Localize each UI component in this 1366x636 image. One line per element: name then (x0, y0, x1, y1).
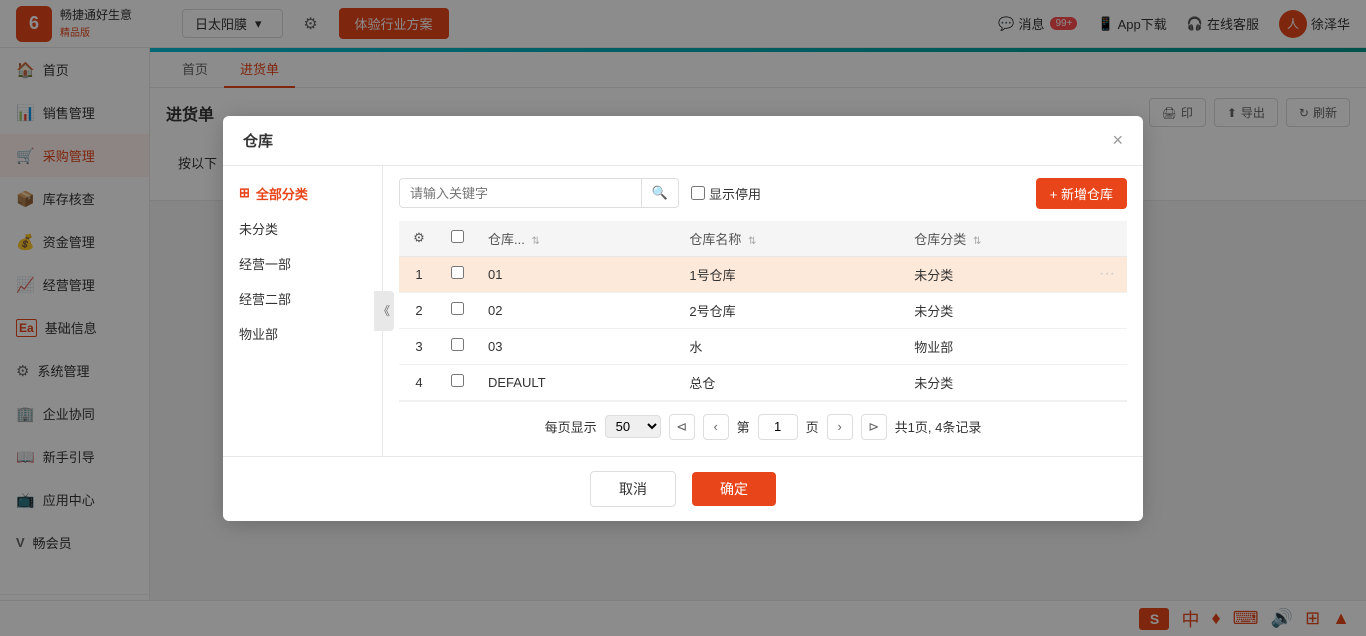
total-info: 共1页, 4条记录 (895, 417, 982, 436)
modal-toolbar: 🔍 显示停用 + 新增仓库 (399, 178, 1127, 209)
table-row[interactable]: 3 03 水 物业部 (399, 328, 1127, 364)
row-1-more-btn[interactable]: ··· (1099, 265, 1115, 283)
row-no-4: 4 (399, 364, 439, 400)
row-category-3: 物业部 (902, 328, 1127, 364)
first-page-btn[interactable]: ⊲ (669, 414, 695, 440)
modal-title: 仓库 (243, 130, 273, 151)
sort-name-icon: ⇅ (748, 236, 756, 247)
row-code-2: 02 (476, 292, 677, 328)
show-disabled-wrap: 显示停用 (691, 184, 761, 203)
add-warehouse-btn[interactable]: + 新增仓库 (1036, 178, 1127, 209)
category-ops-1[interactable]: 经营一部 (223, 246, 382, 281)
modal-content-right: 🔍 显示停用 + 新增仓库 ⚙ (383, 166, 1143, 456)
show-disabled-checkbox[interactable] (691, 186, 705, 200)
row-checkbox-4[interactable] (439, 364, 476, 400)
collapse-btn[interactable]: 《 (374, 291, 394, 331)
grid-icon: ⊞ (239, 185, 250, 201)
last-page-btn[interactable]: ⊳ (861, 414, 887, 440)
row-name-3: 水 (677, 328, 902, 364)
row-no-3: 3 (399, 328, 439, 364)
next-page-btn[interactable]: › (827, 414, 853, 440)
modal-overlay: 仓库 × ⊞ 全部分类 未分类 经营一部 经营二部 物业部 《 (0, 0, 1366, 636)
row-category-2: 未分类 (902, 292, 1127, 328)
row-checkbox-1[interactable] (439, 256, 476, 292)
page-number-input[interactable] (758, 414, 798, 440)
row-category-1: 未分类 ··· (902, 256, 1127, 292)
all-category-label: 全部分类 (256, 184, 308, 203)
row-no-2: 2 (399, 292, 439, 328)
row-3-checkbox[interactable] (451, 338, 464, 351)
select-all-checkbox[interactable] (451, 230, 464, 243)
row-1-checkbox[interactable] (451, 266, 464, 279)
row-name-4: 总仓 (677, 364, 902, 400)
search-icon-btn[interactable]: 🔍 (641, 179, 678, 207)
modal-pagination: 每页显示 50 100 200 ⊲ ‹ 第 页 › ⊳ 共1页, 4条记录 (399, 401, 1127, 444)
col-category-header[interactable]: 仓库分类 ⇅ (902, 221, 1127, 257)
row-no-1: 1 (399, 256, 439, 292)
row-4-checkbox[interactable] (451, 374, 464, 387)
page-unit: 页 (806, 417, 819, 436)
col-name-header[interactable]: 仓库名称 ⇅ (677, 221, 902, 257)
modal-body: ⊞ 全部分类 未分类 经营一部 经营二部 物业部 《 🔍 (223, 166, 1143, 456)
show-disabled-label: 显示停用 (709, 184, 761, 203)
col-settings: ⚙ (399, 221, 439, 257)
category-property[interactable]: 物业部 (223, 316, 382, 351)
row-code-1: 01 (476, 256, 677, 292)
sort-category-icon: ⇅ (973, 236, 981, 247)
table-row[interactable]: 1 01 1号仓库 未分类 ··· (399, 256, 1127, 292)
table-row[interactable]: 4 DEFAULT 总仓 未分类 (399, 364, 1127, 400)
col-checkbox-header (439, 221, 476, 257)
search-input[interactable] (400, 180, 641, 207)
warehouse-table: ⚙ 仓库... ⇅ 仓库名称 ⇅ (399, 221, 1127, 401)
search-input-wrap: 🔍 (399, 178, 679, 208)
confirm-btn[interactable]: 确定 (692, 472, 776, 506)
row-code-3: 03 (476, 328, 677, 364)
row-checkbox-3[interactable] (439, 328, 476, 364)
table-row[interactable]: 2 02 2号仓库 未分类 (399, 292, 1127, 328)
all-category-item[interactable]: ⊞ 全部分类 (223, 176, 382, 211)
prev-page-btn[interactable]: ‹ (703, 414, 729, 440)
table-header-row: ⚙ 仓库... ⇅ 仓库名称 ⇅ (399, 221, 1127, 257)
category-sidebar: ⊞ 全部分类 未分类 经营一部 经营二部 物业部 《 (223, 166, 383, 456)
row-category-4: 未分类 (902, 364, 1127, 400)
row-name-1: 1号仓库 (677, 256, 902, 292)
table: ⚙ 仓库... ⇅ 仓库名称 ⇅ (399, 221, 1127, 401)
per-page-label: 每页显示 (545, 417, 597, 436)
cancel-btn[interactable]: 取消 (590, 471, 676, 507)
modal-header: 仓库 × (223, 116, 1143, 166)
category-ops-2[interactable]: 经营二部 (223, 281, 382, 316)
row-checkbox-2[interactable] (439, 292, 476, 328)
row-name-2: 2号仓库 (677, 292, 902, 328)
row-code-4: DEFAULT (476, 364, 677, 400)
per-page-select[interactable]: 50 100 200 (605, 415, 661, 438)
row-2-checkbox[interactable] (451, 302, 464, 315)
page-text: 第 (737, 417, 750, 436)
modal-footer: 取消 确定 (223, 456, 1143, 521)
warehouse-modal: 仓库 × ⊞ 全部分类 未分类 经营一部 经营二部 物业部 《 (223, 116, 1143, 521)
category-unclassified[interactable]: 未分类 (223, 211, 382, 246)
modal-close-btn[interactable]: × (1112, 131, 1123, 149)
sort-code-icon: ⇅ (531, 236, 539, 247)
col-code-header[interactable]: 仓库... ⇅ (476, 221, 677, 257)
